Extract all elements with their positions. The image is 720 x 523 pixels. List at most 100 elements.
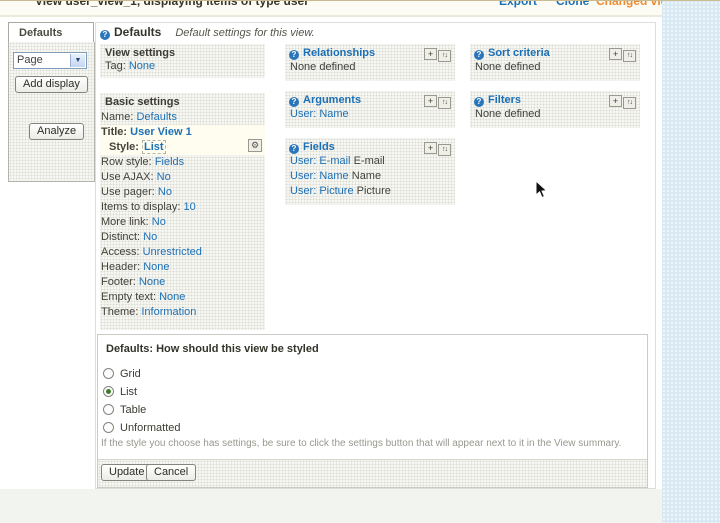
help-icon[interactable]: ? [289, 97, 299, 107]
setting-row: Footer: None [100, 275, 265, 290]
tag-setting-link[interactable]: None [129, 60, 155, 72]
analyze-button[interactable]: Analyze [29, 123, 84, 140]
style-option-table: Table [103, 404, 146, 418]
block-actions: +↑↓ [608, 95, 636, 109]
style-setting-link[interactable]: List [142, 140, 166, 154]
radio-list[interactable] [103, 386, 114, 397]
setting-label: Footer: [101, 276, 136, 288]
argument-row: User: Name [289, 107, 451, 122]
rearrange-icon[interactable]: ↑↓ [623, 50, 636, 62]
display-type-select[interactable]: Page ▼ [13, 52, 87, 69]
form-hint: If the style you choose has settings, be… [101, 438, 646, 449]
items-to-display-setting-link[interactable]: 10 [184, 201, 196, 213]
page-side-background [662, 1, 720, 523]
help-icon[interactable]: ? [289, 50, 299, 60]
filters-title-link[interactable]: Filters [488, 94, 521, 106]
empty-text: None defined [474, 60, 636, 75]
setting-label: More link: [101, 216, 149, 228]
views-admin-page: View user_view_1, displaying items of ty… [0, 0, 720, 523]
sort-criteria-block: ? Sort criteria None defined +↑↓ [470, 44, 640, 81]
radio-unformatted[interactable] [103, 422, 114, 433]
setting-label: Empty text: [101, 291, 156, 303]
field-link[interactable]: User: Picture [290, 185, 354, 197]
setting-row: Use AJAX: No [100, 170, 265, 185]
setting-label: Theme: [101, 306, 138, 318]
name-setting-link[interactable]: Defaults [136, 111, 176, 123]
argument-link[interactable]: User: Name [290, 108, 349, 120]
sort-criteria-title-link[interactable]: Sort criteria [488, 47, 550, 59]
distinct-setting-link[interactable]: No [143, 231, 157, 243]
rearrange-icon[interactable]: ↑↓ [623, 97, 636, 109]
style-option-list: List [103, 386, 137, 400]
add-icon[interactable]: + [609, 48, 622, 60]
view-settings-block: View settings Tag: None [100, 44, 265, 78]
theme-setting-link[interactable]: Information [141, 306, 196, 318]
radio-label: Table [120, 404, 146, 416]
setting-label: Items to display: [101, 201, 180, 213]
radio-table[interactable] [103, 404, 114, 415]
field-label-text: Picture [357, 185, 391, 197]
setting-label: Row style: [101, 156, 152, 168]
add-icon[interactable]: + [424, 142, 437, 154]
display-subtitle: Default settings for this view. [175, 27, 314, 39]
rearrange-icon[interactable]: ↑↓ [438, 144, 451, 156]
title-setting-link[interactable]: User View 1 [130, 126, 192, 138]
setting-row: Use pager: No [100, 185, 265, 200]
changed-view-link[interactable]: Changed view [596, 0, 662, 8]
top-accent-line [0, 0, 720, 1]
help-icon[interactable]: ? [289, 144, 299, 154]
access-setting-link[interactable]: Unrestricted [143, 246, 202, 258]
relationships-block: ?Relationships None defined +↑↓ [285, 44, 455, 81]
clone-link[interactable]: Clone [556, 0, 589, 8]
rearrange-icon[interactable]: ↑↓ [438, 97, 451, 109]
field-link[interactable]: User: E-mail [290, 155, 351, 167]
help-icon[interactable]: ? [474, 97, 484, 107]
rearrange-icon[interactable]: ↑↓ [438, 50, 451, 62]
tab-defaults[interactable]: Defaults [8, 22, 94, 42]
help-icon[interactable]: ? [100, 30, 110, 40]
arguments-title-link[interactable]: Arguments [303, 94, 361, 106]
field-row: User: Picture Picture [289, 184, 451, 199]
setting-label: Use pager: [101, 186, 155, 198]
setting-row: Empty text: None [100, 290, 265, 305]
form-title: Defaults: How should this view be styled [106, 343, 319, 355]
setting-row: Row style: Fields [100, 155, 265, 170]
add-icon[interactable]: + [609, 95, 622, 107]
field-link[interactable]: User: Name [290, 170, 349, 182]
view-settings-title: View settings [104, 47, 261, 59]
add-icon[interactable]: + [424, 48, 437, 60]
fields-title-link[interactable]: Fields [303, 141, 335, 153]
add-display-button[interactable]: Add display [15, 76, 88, 93]
style-settings-gear-icon[interactable]: ⚙ [248, 139, 262, 152]
display-header: ? Defaults Default settings for this view. [100, 25, 315, 40]
field-label-text: Name [352, 170, 381, 182]
export-link[interactable]: Export [499, 0, 537, 8]
radio-grid[interactable] [103, 368, 114, 379]
filters-block: ?Filters None defined +↑↓ [470, 91, 640, 128]
setting-label: Access: [101, 246, 140, 258]
use-ajax-setting-link[interactable]: No [157, 171, 171, 183]
setting-label: Name: [101, 111, 133, 123]
setting-label: Style: [109, 141, 139, 153]
empty-text-setting-link[interactable]: None [159, 291, 185, 303]
display-type-value: Page [17, 54, 43, 66]
block-actions: +↑↓ [423, 142, 451, 156]
update-button[interactable]: Update [101, 464, 152, 481]
add-icon[interactable]: + [424, 95, 437, 107]
row-style-setting-link[interactable]: Fields [155, 156, 184, 168]
help-icon[interactable]: ? [474, 50, 484, 60]
setting-row: Distinct: No [100, 230, 265, 245]
footer-setting-link[interactable]: None [139, 276, 165, 288]
use-pager-setting-link[interactable]: No [158, 186, 172, 198]
cancel-button[interactable]: Cancel [146, 464, 196, 481]
setting-label: Distinct: [101, 231, 140, 243]
header-setting-link[interactable]: None [143, 261, 169, 273]
field-label-text: E-mail [354, 155, 385, 167]
display-title: Defaults [114, 25, 161, 39]
setting-row-active: Style: List [100, 140, 265, 155]
relationships-title-link[interactable]: Relationships [303, 47, 375, 59]
more-link-setting-link[interactable]: No [152, 216, 166, 228]
setting-row: Access: Unrestricted [100, 245, 265, 260]
arguments-block: ? Arguments User: Name +↑↓ [285, 91, 455, 128]
view-header-bar: View user_view_1, displaying items of ty… [0, 0, 662, 17]
